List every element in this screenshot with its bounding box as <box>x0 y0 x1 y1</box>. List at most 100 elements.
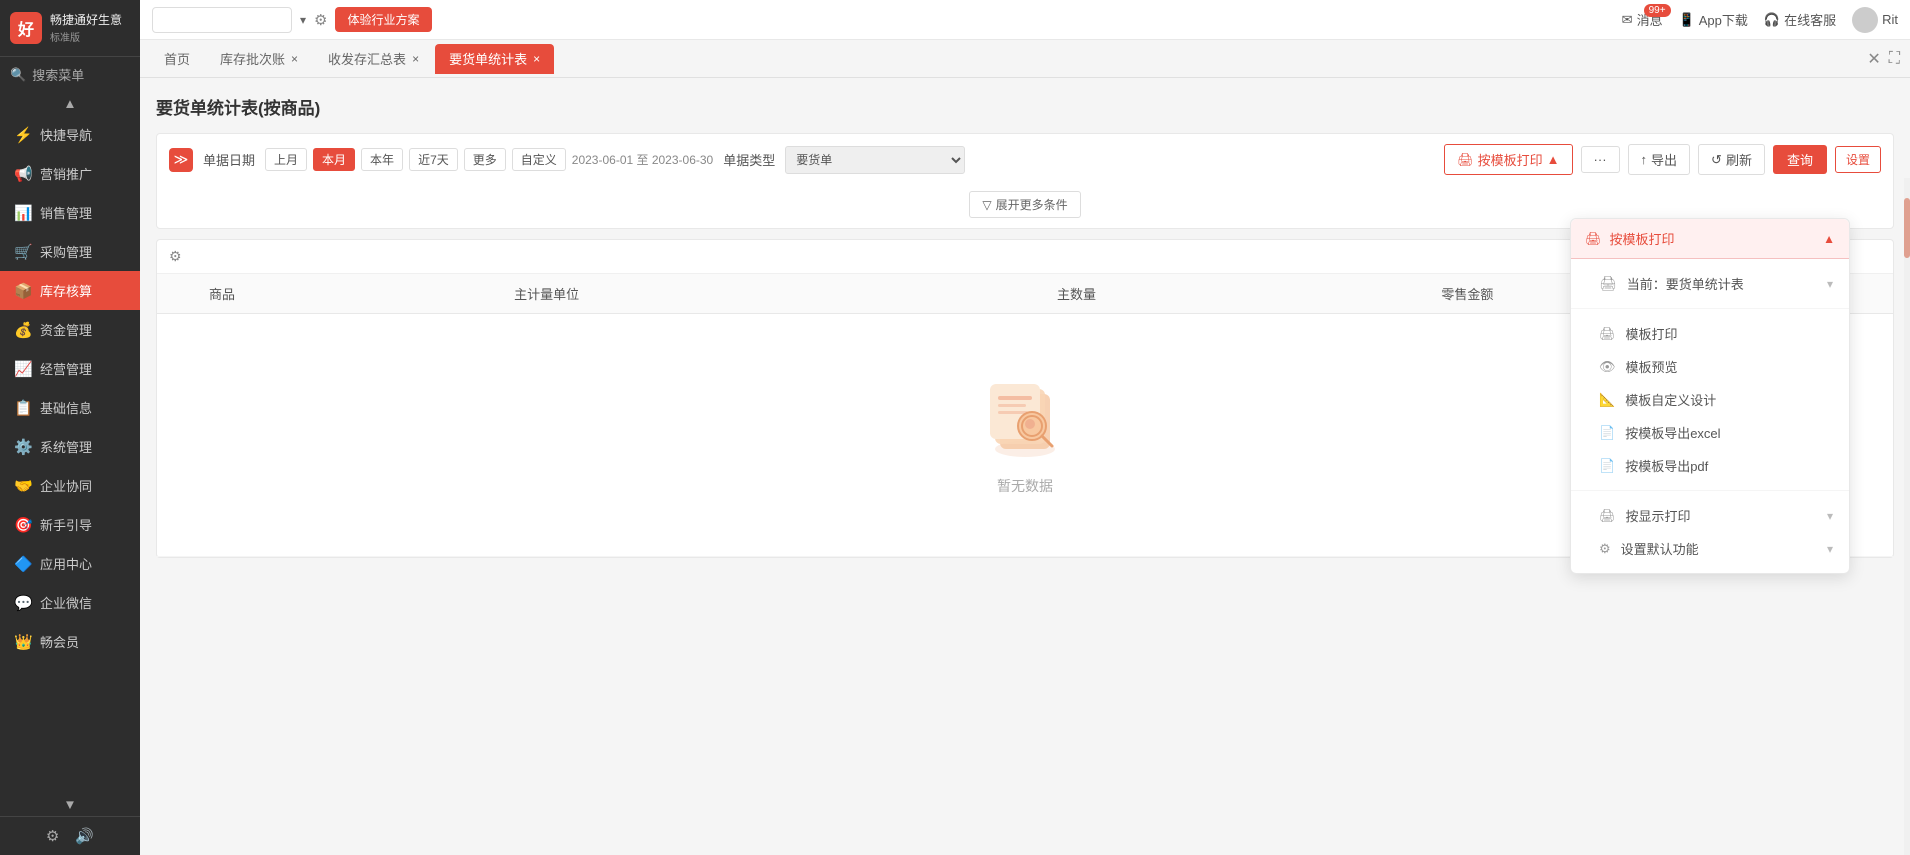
sidebar-item-basic[interactable]: 📋 基础信息 <box>0 388 140 427</box>
right-scrollbar[interactable] <box>1904 178 1910 855</box>
expand-more-label: 展开更多条件 <box>996 196 1068 213</box>
avatar-image <box>1852 7 1878 33</box>
print-preview-item[interactable]: 👁 模板预览 <box>1571 350 1849 383</box>
tab-home-label: 首页 <box>164 49 190 68</box>
date-btn-this-month[interactable]: 本月 <box>313 148 355 171</box>
template-preview-icon: 👁 <box>1599 359 1616 375</box>
user-name: Rit <box>1882 12 1898 27</box>
settings-bottom-icon[interactable]: ⚙ <box>46 827 59 845</box>
topbar-dropdown[interactable]: ▾ <box>300 13 306 27</box>
sidebar-item-marketing[interactable]: 📢 营销推广 <box>0 154 140 193</box>
query-btn[interactable]: 查询 <box>1773 145 1827 174</box>
page-title: 要货单统计表(按商品) <box>156 94 1894 119</box>
tab-batch-account-close[interactable]: × <box>291 52 298 66</box>
scrollbar-thumb <box>1904 198 1910 258</box>
marketing-icon: 📢 <box>14 165 32 183</box>
tab-batch-account[interactable]: 库存批次账 × <box>206 44 312 74</box>
tab-collection-summary[interactable]: 收发存汇总表 × <box>314 44 433 74</box>
display-print-item[interactable]: 🖨 按显示打印 ▾ <box>1571 499 1849 532</box>
sidebar-item-label: 系统管理 <box>40 437 92 456</box>
export-pdf-item[interactable]: 📄 按模板导出pdf <box>1571 449 1849 482</box>
sidebar-item-inventory[interactable]: 📦 库存核算 <box>0 271 140 310</box>
export-pdf-label: 按模板导出pdf <box>1625 456 1708 475</box>
sidebar-search[interactable]: 🔍 搜索菜单 <box>0 57 140 92</box>
tab-order-stats-close[interactable]: × <box>533 52 540 66</box>
message-btn[interactable]: ✉ 消息 99+ <box>1622 10 1663 29</box>
sidebar-item-sales[interactable]: 📊 销售管理 <box>0 193 140 232</box>
expand-tab-btn[interactable]: ⛶ <box>1889 50 1900 68</box>
sidebar-item-appstore[interactable]: 🔷 应用中心 <box>0 544 140 583</box>
online-service-label: 在线客服 <box>1784 10 1836 29</box>
date-btn-more[interactable]: 更多 <box>464 148 506 171</box>
sidebar-item-member[interactable]: 👑 畅会员 <box>0 622 140 661</box>
refresh-btn[interactable]: ↺ 刷新 <box>1698 144 1765 175</box>
settings-btn[interactable]: 设置 <box>1835 146 1881 173</box>
table-settings-icon[interactable]: ⚙ <box>169 248 182 265</box>
expand-more-btn[interactable]: ▽ 展开更多条件 <box>969 191 1080 218</box>
col-unit: 主计量单位 <box>502 274 1045 314</box>
sidebar-item-purchase[interactable]: 🛒 采购管理 <box>0 232 140 271</box>
sidebar-item-finance[interactable]: 💰 资金管理 <box>0 310 140 349</box>
trial-button[interactable]: 体验行业方案 <box>335 7 431 32</box>
sidebar-item-guide[interactable]: 🎯 新手引导 <box>0 505 140 544</box>
date-filter-label: 单据日期 <box>203 150 255 169</box>
date-btn-prev-month[interactable]: 上月 <box>265 148 307 171</box>
date-btn-7days[interactable]: 近7天 <box>409 148 458 171</box>
tab-collection-summary-close[interactable]: × <box>412 52 419 66</box>
print-dropdown-header: 🖨 按模板打印 ▲ <box>1571 219 1849 259</box>
date-btn-custom[interactable]: 自定义 <box>512 148 566 171</box>
sidebar-nav: ⚡ 快捷导航 📢 营销推广 📊 销售管理 🛒 采购管理 📦 库存核算 💰 资金管… <box>0 115 140 793</box>
print-items-section: 🖨 模板打印 👁 模板预览 📐 模板自定义设计 📄 按模板导出excel 📄 <box>1571 309 1849 491</box>
topbar-settings-icon[interactable]: ⚙ <box>314 11 327 29</box>
sidebar-scroll-down[interactable]: ▼ <box>0 793 140 816</box>
tab-home[interactable]: 首页 <box>150 44 204 74</box>
empty-illustration <box>980 374 1070 464</box>
print-design-item[interactable]: 📐 模板自定义设计 <box>1571 383 1849 416</box>
more-options-btn[interactable]: ··· <box>1581 146 1620 173</box>
sidebar-item-cooperation[interactable]: 🤝 企业协同 <box>0 466 140 505</box>
date-buttons: 上月 本月 本年 近7天 更多 自定义 2023-06-01 至 2023-06… <box>265 148 713 171</box>
sidebar-item-quick-nav[interactable]: ⚡ 快捷导航 <box>0 115 140 154</box>
sidebar-item-wechat[interactable]: 💬 企业微信 <box>0 583 140 622</box>
search-icon: 🔍 <box>10 67 26 83</box>
sidebar-item-system[interactable]: ⚙️ 系统管理 <box>0 427 140 466</box>
print-dropdown-chevron[interactable]: ▲ <box>1823 232 1835 246</box>
app-name-block: 畅捷通好生意 标准版 <box>50 12 122 44</box>
display-print-icon: 🖨 <box>1599 508 1616 524</box>
topbar-search-input[interactable] <box>152 7 292 33</box>
date-btn-this-year[interactable]: 本年 <box>361 148 403 171</box>
filter-expand-btn[interactable]: ≫ <box>169 148 193 172</box>
tabbar: 首页 库存批次账 × 收发存汇总表 × 要货单统计表 × ✕ ⛶ <box>140 40 1910 78</box>
default-settings-item[interactable]: ⚙ 设置默认功能 ▾ <box>1571 532 1849 565</box>
export-label: 导出 <box>1651 150 1677 169</box>
template-print-icon: 🖨 <box>1599 326 1616 342</box>
print-current-chevron: ▾ <box>1827 277 1833 291</box>
sidebar-item-label: 企业微信 <box>40 593 92 612</box>
headset-icon: 🎧 <box>1764 12 1780 28</box>
export-btn[interactable]: ↑ 导出 <box>1628 144 1691 175</box>
online-service-btn[interactable]: 🎧 在线客服 <box>1764 10 1836 29</box>
tab-collection-summary-label: 收发存汇总表 <box>328 49 406 68</box>
message-icon: ✉ <box>1622 12 1633 28</box>
tab-order-stats[interactable]: 要货单统计表 × <box>435 44 554 74</box>
type-filter-select[interactable]: 要货单 <box>785 146 965 174</box>
close-tab-btn[interactable]: ✕ <box>1867 49 1880 69</box>
export-excel-item[interactable]: 📄 按模板导出excel <box>1571 416 1849 449</box>
app-download-btn[interactable]: 📱 App下载 <box>1679 10 1748 29</box>
sidebar-item-label: 经营管理 <box>40 359 92 378</box>
print-current-item[interactable]: 🖨 当前：要货单统计表 ▾ <box>1571 267 1849 300</box>
sales-icon: 📊 <box>14 204 32 222</box>
topbar: ▾ ⚙ 体验行业方案 ✉ 消息 99+ 📱 App下载 🎧 在线客服 Rit <box>140 0 1910 40</box>
sidebar-scroll-up[interactable]: ▲ <box>0 92 140 115</box>
sidebar-item-operations[interactable]: 📈 经营管理 <box>0 349 140 388</box>
date-range-display: 2023-06-01 至 2023-06-30 <box>572 151 713 168</box>
template-design-label: 模板自定义设计 <box>1625 390 1716 409</box>
tab-batch-account-label: 库存批次账 <box>220 49 285 68</box>
speaker-bottom-icon[interactable]: 🔊 <box>75 827 94 845</box>
default-settings-chevron: ▾ <box>1827 542 1833 556</box>
finance-icon: 💰 <box>14 321 32 339</box>
print-template-item[interactable]: 🖨 模板打印 <box>1571 317 1849 350</box>
user-avatar[interactable]: Rit <box>1852 7 1898 33</box>
print-template-btn[interactable]: 🖨 按模板打印 ▲ <box>1444 144 1572 175</box>
logo-icon: 好 <box>10 12 42 44</box>
